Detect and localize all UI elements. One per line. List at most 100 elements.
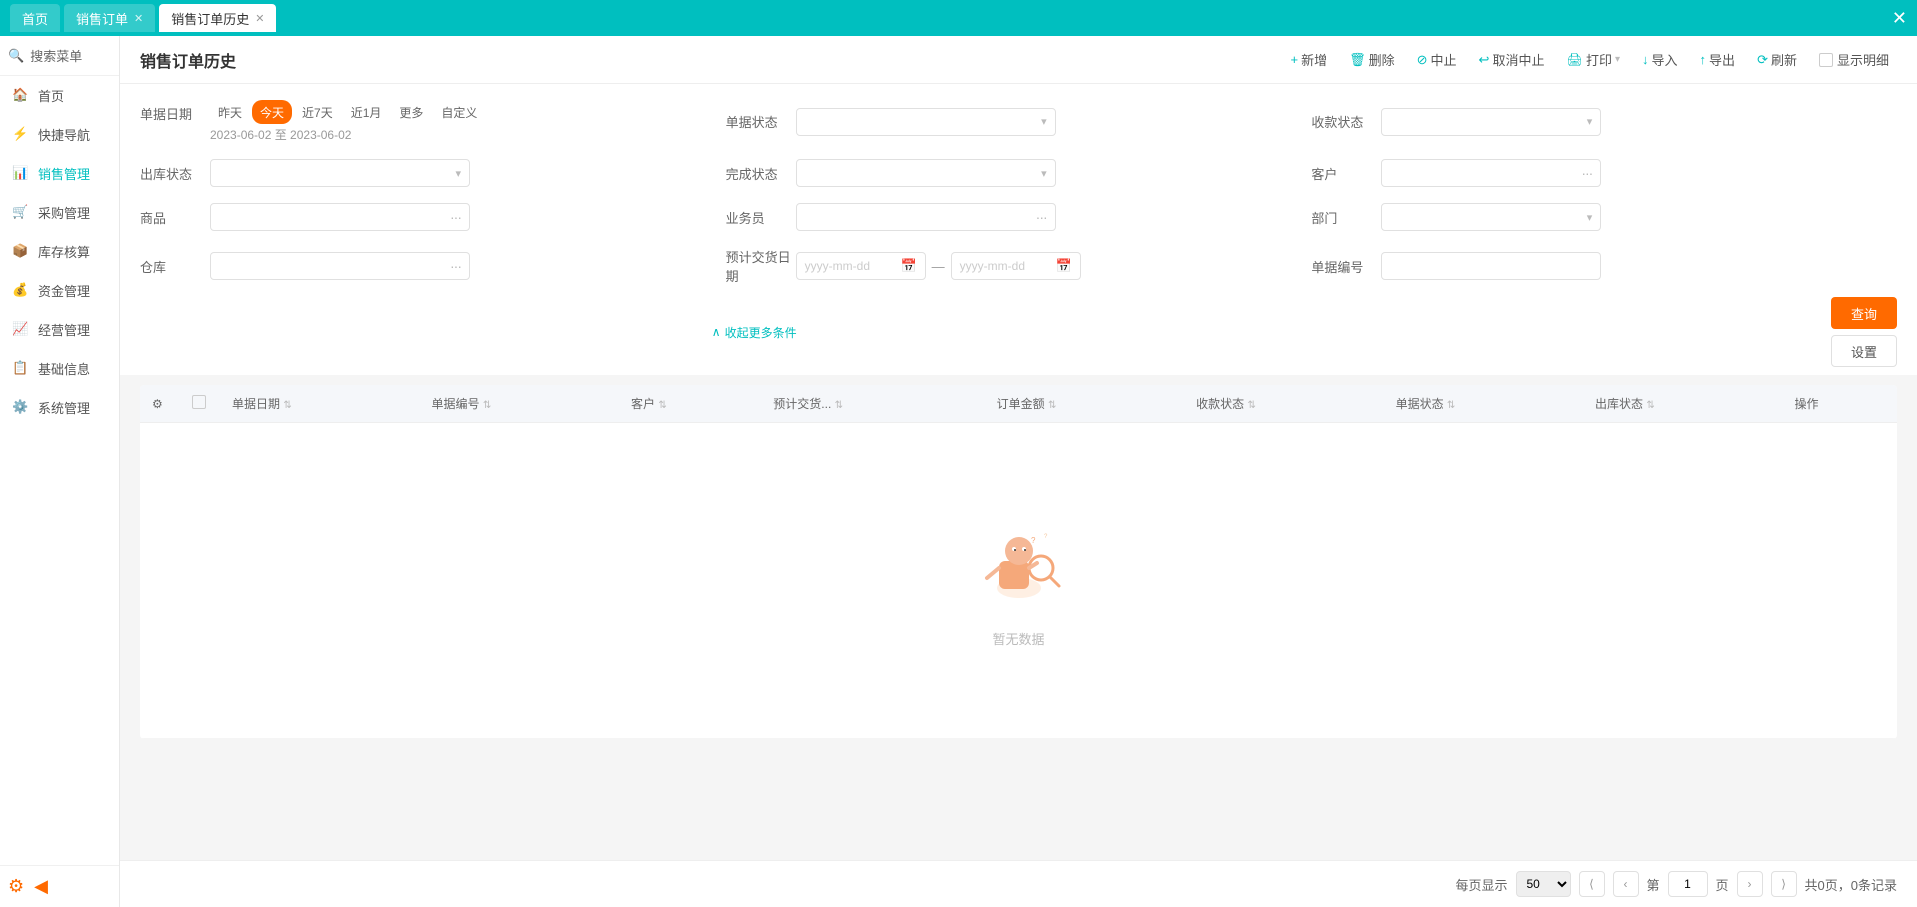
sidebar-item-system[interactable]: ⚙️ 系统管理 [0,388,119,427]
tab-home[interactable]: 首页 [10,4,60,32]
next-page-btn[interactable]: › [1737,871,1763,897]
sidebar-item-quick-nav[interactable]: ⚡ 快捷导航 [0,115,119,154]
tab-sales-order-history[interactable]: 销售订单历史 ✕ [159,4,276,32]
collapse-btn[interactable]: ∧ 收起更多条件 [712,324,797,341]
filter-out-status: 出库状态 ▾ [140,155,726,191]
product-label: 商品 [140,208,210,227]
amount-sort-icon[interactable]: ⇅ [1048,400,1056,411]
sidebar-item-operations[interactable]: 📈 经营管理 [0,310,119,349]
btn-cancel-stop-label: 取消中止 [1492,50,1544,69]
delivery-date-range: yyyy-mm-dd 📅 — yyyy-mm-dd 📅 [796,252,1081,280]
th-check[interactable] [180,385,220,423]
page-unit: 页 [1716,875,1729,894]
date-btn-today[interactable]: 今天 [252,100,292,124]
doc-status-select[interactable]: ▾ [796,108,1056,136]
th-doc-status-label: 单据状态 [1396,397,1444,411]
prev-page-btn[interactable]: ‹ [1613,871,1639,897]
doc-number-input[interactable] [1381,252,1601,280]
number-sort-icon[interactable]: ⇅ [483,400,491,411]
delivery-date-label: 预计交货日期 [726,247,796,285]
header-checkbox[interactable] [192,395,206,409]
pagination: 每页显示 50 10 20 100 ⟨ ‹ 第 页 › ⟩ 共0页，0条记录 [120,860,1917,907]
show-detail-checkbox[interactable]: 显示明细 [1811,46,1897,73]
th-out-status-label: 出库状态 [1595,397,1643,411]
date-btn-1month[interactable]: 近1月 [343,100,390,124]
date-btn-7days[interactable]: 近7天 [294,100,341,124]
btn-import-label: 导入 [1652,50,1678,69]
th-number: 单据编号 ⇅ [419,385,618,423]
complete-status-select[interactable]: ▾ [796,159,1056,187]
tab-sales-order-history-close[interactable]: ✕ [255,12,264,25]
basic-icon: 📋 [12,360,30,378]
salesperson-input[interactable]: ··· [796,203,1056,231]
date-sort-icon[interactable]: ⇅ [283,400,291,411]
sidebar-item-home[interactable]: 🏠 首页 [0,76,119,115]
payment-sort-icon[interactable]: ⇅ [1247,400,1255,411]
btn-export-label: 导出 [1709,50,1735,69]
window-close-icon[interactable]: ✕ [1892,8,1907,29]
sidebar-item-finance[interactable]: 💰 资金管理 [0,271,119,310]
last-page-btn[interactable]: ⟩ [1771,871,1797,897]
customer-input[interactable]: ··· [1381,159,1601,187]
btn-refresh[interactable]: ⟳ 刷新 [1749,46,1805,73]
doc-status-sort-icon[interactable]: ⇅ [1447,400,1455,411]
btn-delete[interactable]: 🗑 删除 [1341,46,1403,73]
svg-text:?: ? [1044,534,1048,540]
btn-print[interactable]: 🖨 打印 ▾ [1558,46,1628,73]
btn-import[interactable]: ↓ 导入 [1634,46,1686,73]
out-status-sort-icon[interactable]: ⇅ [1646,400,1654,411]
date-btn-more[interactable]: 更多 [391,100,431,124]
action-buttons: 查询 设置 [1831,297,1897,367]
stop-icon: ⊘ [1417,52,1428,68]
filter-row-4: 仓库 ··· 预计交货日期 yyyy-mm-dd 📅 [140,243,1897,289]
btn-export[interactable]: ↑ 导出 [1692,46,1744,73]
date-btn-custom[interactable]: 自定义 [433,100,485,124]
sidebar-search[interactable]: 🔍 搜索菜单 [0,36,119,76]
query-button[interactable]: 查询 [1831,297,1897,329]
current-page-input[interactable] [1668,871,1708,897]
quick-nav-icon: ⚡ [12,126,30,144]
sidebar-item-home-label: 首页 [38,86,64,105]
setting-button[interactable]: 设置 [1831,335,1897,367]
filter-row-1: 单据日期 昨天 今天 近7天 近1月 更多 自定义 2023-06-02 至 2… [140,96,1897,147]
sidebar-item-inventory[interactable]: 📦 库存核算 [0,232,119,271]
per-page-select[interactable]: 50 10 20 100 [1516,871,1571,897]
sidebar-item-operations-label: 经营管理 [38,320,90,339]
product-input[interactable]: ··· [210,203,470,231]
th-out-status: 出库状态 ⇅ [1583,385,1782,423]
collapse-icon: ∧ [712,325,721,339]
delivery-calendar-end-icon[interactable]: 📅 [1055,258,1071,274]
table-header-row: ⚙ 单据日期 ⇅ 单据编号 ⇅ [140,385,1897,423]
customer-sort-icon[interactable]: ⇅ [658,400,666,411]
warehouse-label: 仓库 [140,257,210,276]
sidebar-item-purchase[interactable]: 🛒 采购管理 [0,193,119,232]
purchase-icon: 🛒 [12,204,30,222]
setting-gear-icon[interactable]: ⚙ [152,397,163,411]
btn-stop[interactable]: ⊘ 中止 [1409,46,1465,73]
tab-sales-order[interactable]: 销售订单 ✕ [64,4,155,32]
sidebar-item-sales[interactable]: 📊 销售管理 [0,154,119,193]
date-btn-yesterday[interactable]: 昨天 [210,100,250,124]
first-page-btn[interactable]: ⟨ [1579,871,1605,897]
btn-new[interactable]: + 新增 [1282,46,1335,73]
warehouse-input[interactable]: ··· [210,252,470,280]
delivery-calendar-start-icon[interactable]: 📅 [900,258,916,274]
btn-cancel-stop[interactable]: ↩ 取消中止 [1471,46,1553,73]
sidebar-settings-icon[interactable]: ⚙ [8,876,24,897]
th-setting[interactable]: ⚙ [140,385,180,423]
sidebar-item-basic[interactable]: 📋 基础信息 [0,349,119,388]
tab-sales-order-close[interactable]: ✕ [134,12,143,25]
sidebar-item-purchase-label: 采购管理 [38,203,90,222]
delivery-end-date[interactable]: yyyy-mm-dd 📅 [951,252,1081,280]
filter-warehouse: 仓库 ··· [140,243,726,289]
top-bar: 首页 销售订单 ✕ 销售订单历史 ✕ ✕ [0,0,1917,36]
table-head: ⚙ 单据日期 ⇅ 单据编号 ⇅ [140,385,1897,423]
delivery-sort-icon[interactable]: ⇅ [835,400,843,411]
sidebar-collapse-icon[interactable]: ◀ [34,876,48,897]
payment-status-select[interactable]: ▾ [1381,108,1601,136]
department-select[interactable]: ▾ [1381,203,1601,231]
department-label: 部门 [1311,208,1381,227]
btn-refresh-label: 刷新 [1771,50,1797,69]
out-status-select[interactable]: ▾ [210,159,470,187]
delivery-start-date[interactable]: yyyy-mm-dd 📅 [796,252,926,280]
